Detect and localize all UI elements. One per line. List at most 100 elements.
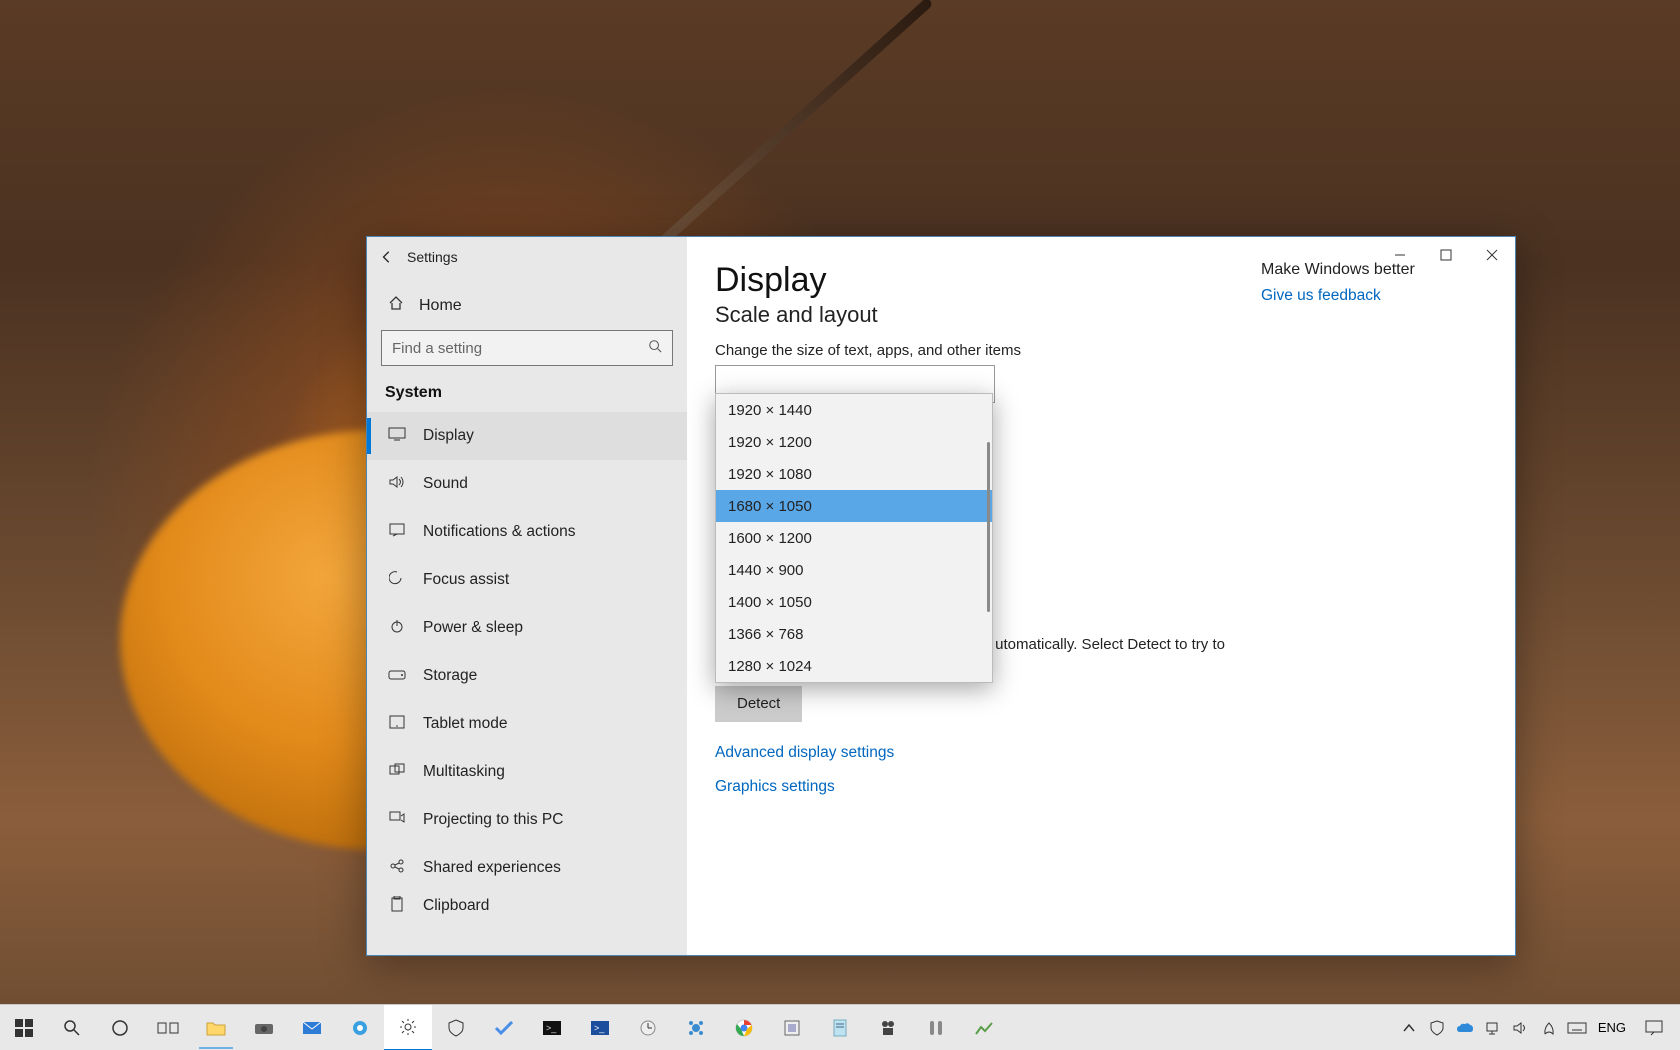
onedrive-tray-icon[interactable] bbox=[1452, 1005, 1478, 1050]
nav-list: Display Sound Notifications & actions Fo… bbox=[367, 412, 687, 955]
power-icon bbox=[387, 618, 407, 639]
nav-label: Shared experiences bbox=[423, 859, 561, 877]
resolution-option[interactable]: 1280 × 1024 bbox=[716, 650, 992, 682]
clock-button[interactable] bbox=[624, 1005, 672, 1050]
home-nav[interactable]: Home bbox=[367, 277, 687, 330]
search-input[interactable] bbox=[392, 340, 648, 357]
resolution-option[interactable]: 1920 × 1080 bbox=[716, 458, 992, 490]
search-icon bbox=[648, 339, 662, 358]
focus-icon bbox=[387, 570, 407, 591]
nav-label: Sound bbox=[423, 475, 468, 493]
resolution-option[interactable]: 1366 × 768 bbox=[716, 618, 992, 650]
projecting-icon bbox=[387, 811, 407, 830]
svg-text:>_: >_ bbox=[546, 1023, 557, 1033]
feedback-link[interactable]: Give us feedback bbox=[1261, 287, 1487, 305]
terminal-button[interactable]: >_ bbox=[528, 1005, 576, 1050]
powershell-button[interactable]: >_ bbox=[576, 1005, 624, 1050]
start-button[interactable] bbox=[0, 1005, 48, 1050]
nav-storage[interactable]: Storage bbox=[367, 652, 687, 700]
app-button-1[interactable] bbox=[672, 1005, 720, 1050]
settings-taskbar-button[interactable] bbox=[384, 1005, 432, 1050]
settings-sidebar: Settings Home System bbox=[367, 237, 687, 955]
desktop: Settings Home System bbox=[0, 0, 1680, 1050]
close-button[interactable] bbox=[1469, 237, 1515, 273]
right-column: Make Windows better Give us feedback bbox=[1247, 261, 1487, 812]
app-button-4[interactable] bbox=[912, 1005, 960, 1050]
photos-button[interactable] bbox=[336, 1005, 384, 1050]
nav-display[interactable]: Display bbox=[367, 412, 687, 460]
nav-projecting[interactable]: Projecting to this PC bbox=[367, 796, 687, 844]
multitasking-icon bbox=[387, 763, 407, 782]
nav-label: Multitasking bbox=[423, 763, 505, 781]
nav-label: Tablet mode bbox=[423, 715, 507, 733]
app-button-3[interactable] bbox=[864, 1005, 912, 1050]
tray-expand-button[interactable] bbox=[1396, 1005, 1422, 1050]
resolution-option[interactable]: 1920 × 1440 bbox=[716, 394, 992, 426]
nav-multitasking[interactable]: Multitasking bbox=[367, 748, 687, 796]
maximize-button[interactable] bbox=[1423, 237, 1469, 273]
section-heading: Scale and layout bbox=[715, 302, 1247, 328]
shared-icon bbox=[387, 858, 407, 879]
search-button[interactable] bbox=[48, 1005, 96, 1050]
security-tray-icon[interactable] bbox=[1424, 1005, 1450, 1050]
chrome-button[interactable] bbox=[720, 1005, 768, 1050]
search-wrap bbox=[367, 330, 687, 376]
app-button-2[interactable] bbox=[768, 1005, 816, 1050]
pen-tray-icon[interactable] bbox=[1536, 1005, 1562, 1050]
cortana-button[interactable] bbox=[96, 1005, 144, 1050]
network-tray-icon[interactable] bbox=[1480, 1005, 1506, 1050]
display-icon bbox=[387, 427, 407, 446]
minimize-button[interactable] bbox=[1377, 237, 1423, 273]
keyboard-tray-icon[interactable] bbox=[1564, 1005, 1590, 1050]
nav-power-sleep[interactable]: Power & sleep bbox=[367, 604, 687, 652]
nav-label: Clipboard bbox=[423, 897, 489, 915]
tablet-icon bbox=[387, 715, 407, 734]
security-button[interactable] bbox=[432, 1005, 480, 1050]
todo-button[interactable] bbox=[480, 1005, 528, 1050]
nav-label: Display bbox=[423, 427, 474, 445]
nav-label: Notifications & actions bbox=[423, 523, 576, 541]
graphics-settings-link[interactable]: Graphics settings bbox=[715, 778, 1247, 796]
taskbar-right: ENG bbox=[1396, 1005, 1680, 1050]
detect-button[interactable]: Detect bbox=[715, 686, 802, 722]
advanced-display-link[interactable]: Advanced display settings bbox=[715, 744, 1247, 762]
search-box[interactable] bbox=[381, 330, 673, 366]
home-icon bbox=[387, 295, 405, 316]
resolution-dropdown[interactable]: 1920 × 14401920 × 12001920 × 10801680 × … bbox=[715, 393, 993, 683]
home-label: Home bbox=[419, 297, 462, 315]
file-explorer-button[interactable] bbox=[192, 1005, 240, 1050]
mail-button[interactable] bbox=[288, 1005, 336, 1050]
dropdown-scrollbar[interactable] bbox=[987, 442, 990, 612]
svg-text:>_: >_ bbox=[594, 1023, 605, 1033]
nav-shared-experiences[interactable]: Shared experiences bbox=[367, 844, 687, 892]
language-indicator[interactable]: ENG bbox=[1592, 1020, 1632, 1035]
taskbar: >_ >_ ENG bbox=[0, 1004, 1680, 1050]
sound-icon bbox=[387, 475, 407, 494]
app-button-5[interactable] bbox=[960, 1005, 1008, 1050]
nav-notifications[interactable]: Notifications & actions bbox=[367, 508, 687, 556]
nav-label: Power & sleep bbox=[423, 619, 523, 637]
back-button[interactable] bbox=[367, 237, 407, 277]
page-heading: Display bbox=[715, 261, 1247, 300]
resolution-option[interactable]: 1400 × 1050 bbox=[716, 586, 992, 618]
action-center-button[interactable] bbox=[1634, 1005, 1674, 1050]
resolution-option[interactable]: 1440 × 900 bbox=[716, 554, 992, 586]
nav-sound[interactable]: Sound bbox=[367, 460, 687, 508]
taskbar-left: >_ >_ bbox=[0, 1005, 1008, 1050]
volume-tray-icon[interactable] bbox=[1508, 1005, 1534, 1050]
nav-focus-assist[interactable]: Focus assist bbox=[367, 556, 687, 604]
nav-label: Storage bbox=[423, 667, 477, 685]
section-label: System bbox=[367, 376, 687, 412]
nav-label: Focus assist bbox=[423, 571, 509, 589]
notepad-button[interactable] bbox=[816, 1005, 864, 1050]
nav-tablet-mode[interactable]: Tablet mode bbox=[367, 700, 687, 748]
notifications-icon bbox=[387, 523, 407, 542]
scale-label: Change the size of text, apps, and other… bbox=[715, 342, 1247, 359]
resolution-option[interactable]: 1920 × 1200 bbox=[716, 426, 992, 458]
resolution-option[interactable]: 1680 × 1050 bbox=[716, 490, 992, 522]
resolution-option[interactable]: 1600 × 1200 bbox=[716, 522, 992, 554]
camera-button[interactable] bbox=[240, 1005, 288, 1050]
task-view-button[interactable] bbox=[144, 1005, 192, 1050]
nav-clipboard[interactable]: Clipboard bbox=[367, 892, 687, 920]
window-title: Settings bbox=[407, 249, 458, 265]
